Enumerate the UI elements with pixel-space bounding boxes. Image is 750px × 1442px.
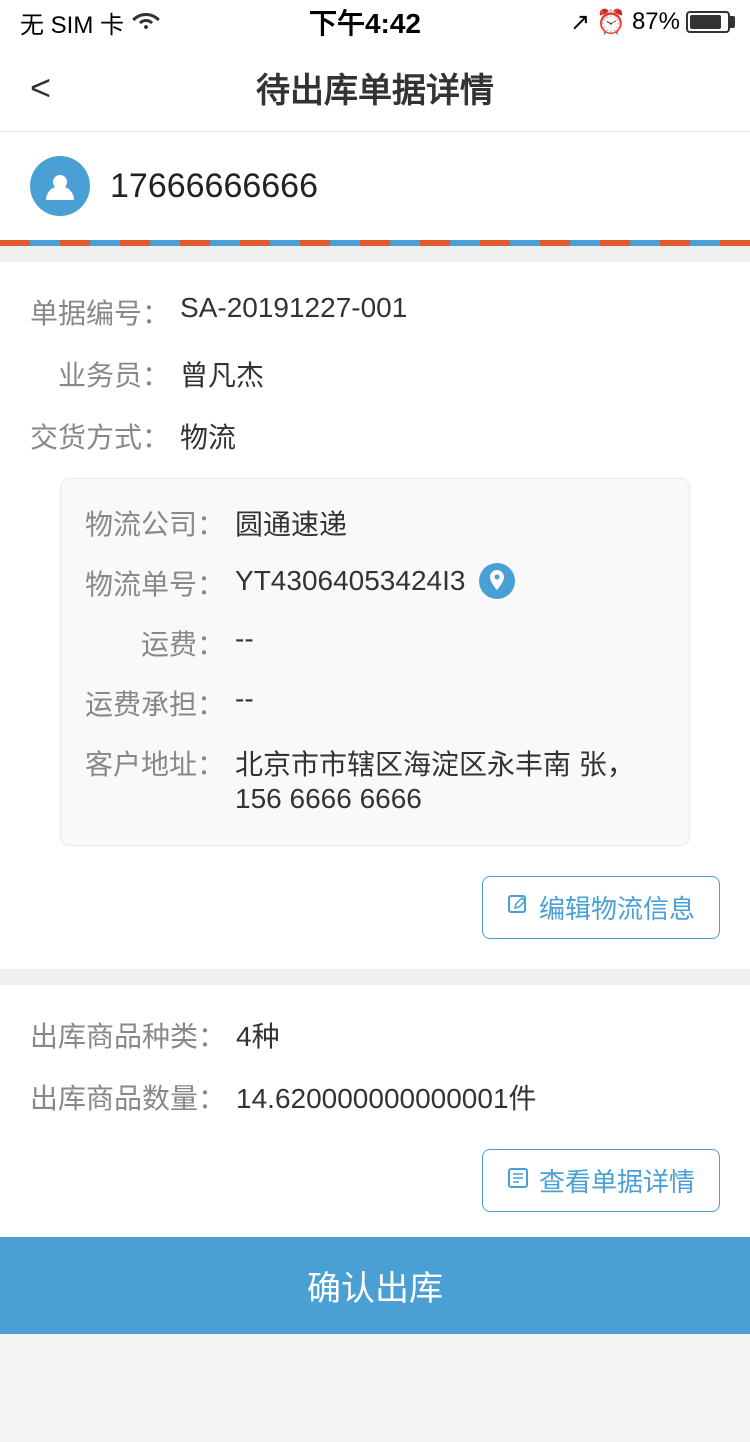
doc-number-row: 单据编号： SA-20191227-001	[30, 292, 720, 332]
nav-bar: < 待出库单据详情	[0, 44, 750, 132]
logistics-company-label: 物流公司：	[85, 503, 225, 543]
logistics-address-label: 客户地址：	[85, 743, 225, 783]
doc-delivery-value: 物流	[180, 416, 720, 456]
logistics-freight-row: 运费： --	[85, 623, 665, 663]
logistics-tracking-label: 物流单号：	[85, 563, 225, 603]
list-doc-icon	[507, 1165, 529, 1196]
logistics-tracking-row: 物流单号： YT43064053424I3	[85, 563, 665, 603]
edit-logistics-button[interactable]: 编辑物流信息	[482, 876, 720, 939]
map-location-icon[interactable]	[479, 563, 515, 599]
doc-number-value: SA-20191227-001	[180, 292, 720, 324]
status-time: 下午4:42	[309, 2, 421, 42]
logistics-card: 物流公司： 圆通速递 物流单号： YT43064053424I3 运费： -- …	[60, 478, 690, 846]
status-bar: 无 SIM 卡 下午4:42 ↗ ⏰ 87%	[0, 0, 750, 44]
section-gap-2	[0, 969, 750, 985]
customer-header: 17666666666	[0, 132, 750, 240]
logistics-freight-bearer-row: 运费承担： --	[85, 683, 665, 723]
status-left: 无 SIM 卡	[20, 5, 160, 40]
back-button[interactable]: <	[30, 67, 90, 109]
battery-fill	[690, 15, 721, 29]
outbound-stats-section: 出库商品种类： 4种 出库商品数量： 14.620000000000001件 查…	[0, 985, 750, 1242]
logistics-freight-bearer-label: 运费承担：	[85, 683, 225, 723]
customer-phone: 17666666666	[110, 167, 318, 206]
doc-staff-value: 曾凡杰	[180, 354, 720, 394]
edit-icon	[507, 894, 529, 922]
doc-delivery-row: 交货方式： 物流	[30, 416, 720, 456]
outbound-quantity-row: 出库商品数量： 14.620000000000001件	[30, 1077, 720, 1117]
avatar	[30, 156, 90, 216]
doc-staff-row: 业务员： 曾凡杰	[30, 354, 720, 394]
doc-number-label: 单据编号：	[30, 292, 170, 332]
edit-btn-row: 编辑物流信息	[30, 866, 720, 949]
edit-logistics-label: 编辑物流信息	[539, 889, 695, 926]
view-detail-button[interactable]: 查看单据详情	[482, 1149, 720, 1212]
logistics-tracking-value: YT43064053424I3	[235, 563, 665, 599]
outbound-category-value: 4种	[236, 1015, 720, 1055]
outbound-category-row: 出库商品种类： 4种	[30, 1015, 720, 1055]
battery-icon	[686, 11, 730, 33]
status-right: ↗ ⏰ 87%	[570, 8, 730, 37]
logistics-freight-label: 运费：	[85, 623, 225, 663]
logistics-address-row: 客户地址： 北京市市辖区海淀区永丰南 张，156 6666 6666	[85, 743, 665, 815]
document-info-section: 单据编号： SA-20191227-001 业务员： 曾凡杰 交货方式： 物流 …	[0, 262, 750, 969]
logistics-address-value: 北京市市辖区海淀区永丰南 张，156 6666 6666	[235, 743, 665, 815]
outbound-quantity-label: 出库商品数量：	[30, 1077, 226, 1117]
confirm-button-wrap: 确认出库	[0, 1237, 750, 1334]
battery-percent: 87%	[632, 8, 680, 36]
page-title: 待出库单据详情	[256, 63, 494, 112]
doc-staff-label: 业务员：	[30, 354, 170, 394]
confirm-outbound-button[interactable]: 确认出库	[0, 1261, 750, 1310]
location-status-icon: ↗	[570, 8, 590, 37]
carrier-text: 无 SIM 卡	[20, 5, 124, 40]
logistics-company-row: 物流公司： 圆通速递	[85, 503, 665, 543]
view-detail-label: 查看单据详情	[539, 1162, 695, 1199]
section-gap-1	[0, 246, 750, 262]
outbound-category-label: 出库商品种类：	[30, 1015, 226, 1055]
logistics-freight-value: --	[235, 623, 665, 655]
logistics-company-value: 圆通速递	[235, 503, 665, 543]
wifi-icon	[132, 8, 160, 36]
view-detail-row: 查看单据详情	[30, 1139, 720, 1232]
doc-delivery-label: 交货方式：	[30, 416, 170, 456]
alarm-icon: ⏰	[596, 8, 626, 37]
logistics-freight-bearer-value: --	[235, 683, 665, 715]
outbound-quantity-value: 14.620000000000001件	[236, 1077, 720, 1117]
